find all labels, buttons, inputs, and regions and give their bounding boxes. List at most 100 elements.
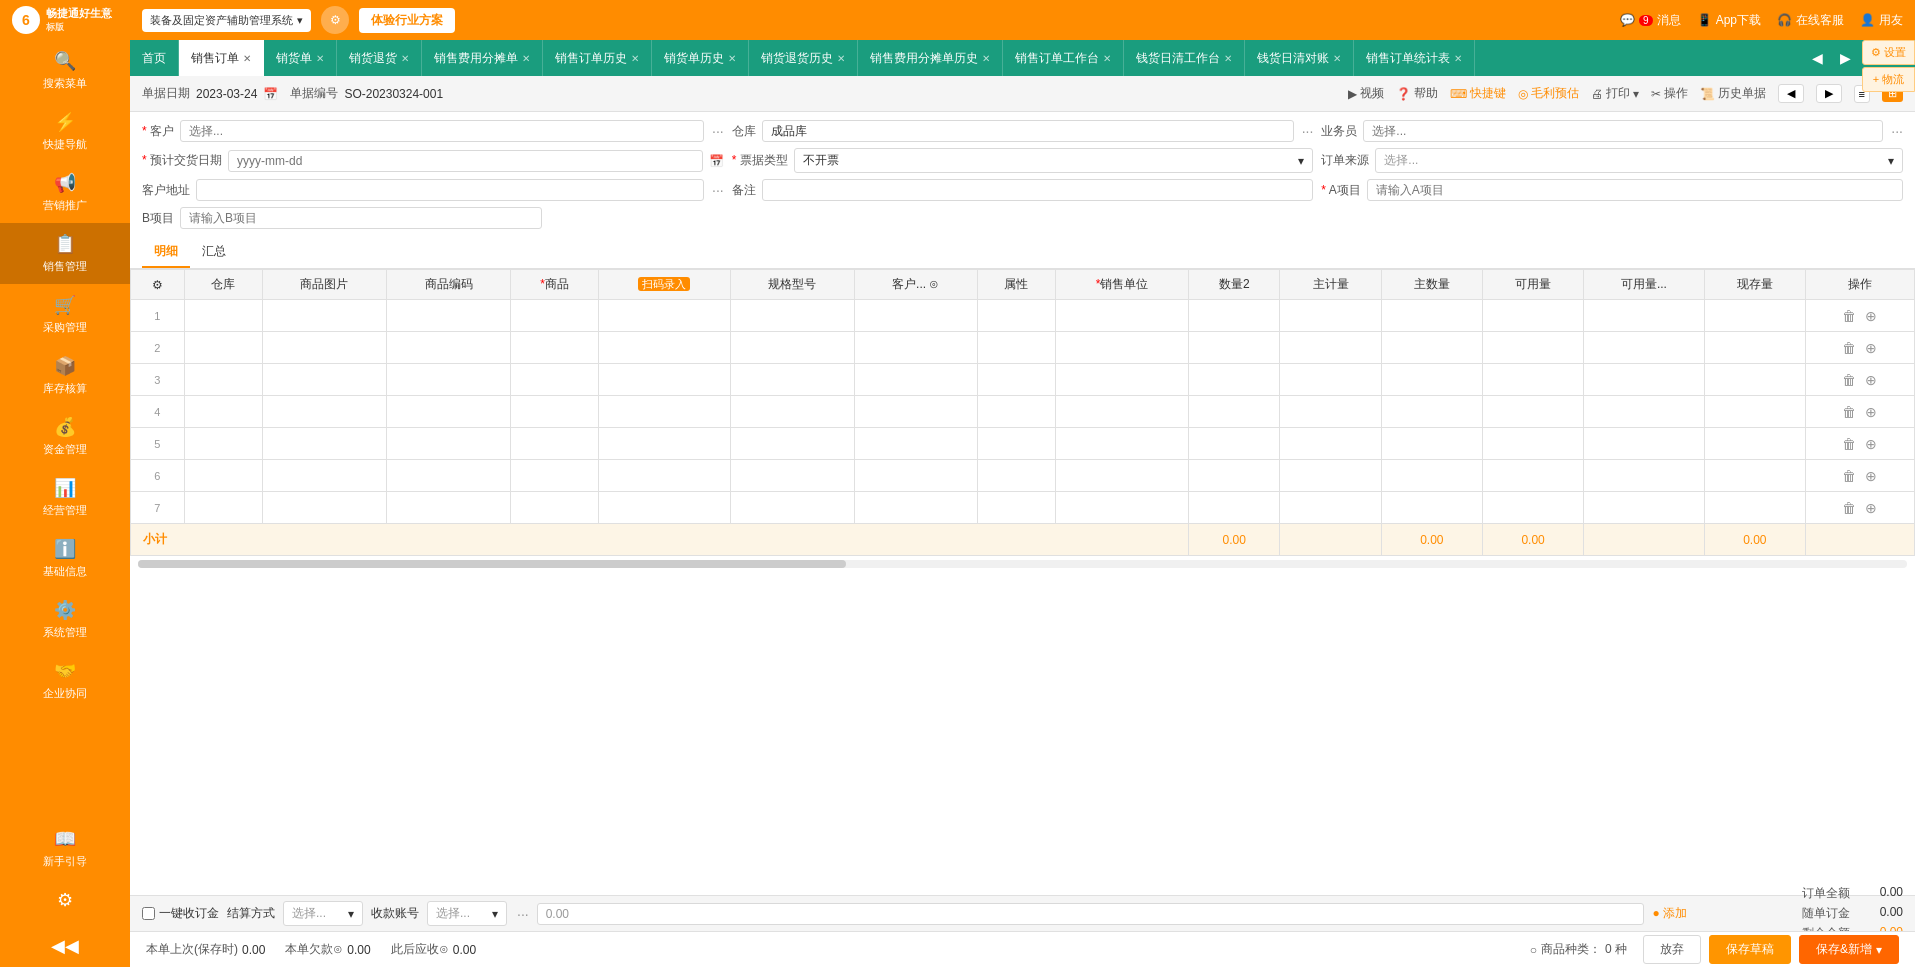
industry-button[interactable]: 体验行业方案 [359,8,455,33]
row-6-delete-icon[interactable]: 🗑 [1840,467,1858,485]
row-5-copy-icon[interactable]: ⊕ [1862,435,1880,453]
account-more-button[interactable]: ··· [517,906,529,922]
help-button[interactable]: ❓ 帮助 [1396,85,1438,102]
close-tab-order-history[interactable]: ✕ [631,53,639,64]
close-tab-reconciliation[interactable]: ✕ [1333,53,1341,64]
close-tab-return[interactable]: ✕ [401,53,409,64]
close-tab-stats[interactable]: ✕ [1454,53,1462,64]
sidebar-item-system[interactable]: ⚙️ 系统管理 [0,589,130,650]
print-button[interactable]: 🖨 打印 ▾ [1591,85,1639,102]
row-2-copy-icon[interactable]: ⊕ [1862,339,1880,357]
app-download-button[interactable]: 📱 App下载 [1697,12,1761,29]
system-selector[interactable]: 装备及固定资产辅助管理系统 ▾ [142,9,311,32]
view-video-button[interactable]: ▶ 视频 [1348,85,1384,102]
tab-sales-expense[interactable]: 销售费用分摊单 ✕ [422,40,543,76]
amount-input[interactable] [537,903,1645,925]
order-source-select[interactable]: 选择... ▾ [1375,148,1903,173]
add-payment-button[interactable]: ● 添加 [1652,905,1687,922]
history-button[interactable]: 📜 历史单据 [1700,85,1766,102]
col-scan[interactable]: 扫码录入 [598,270,730,300]
tab-sales-stats[interactable]: 销售订单统计表 ✕ [1354,40,1475,76]
next-record-button[interactable]: ▶ [1816,84,1842,103]
operation-button[interactable]: ✂ 操作 [1651,85,1688,102]
tab-expense-history[interactable]: 销售费用分摊单历史 ✕ [858,40,1003,76]
sidebar-item-inventory[interactable]: 📦 库存核算 [0,345,130,406]
settings-icon[interactable]: ⚙ [321,6,349,34]
customer-input[interactable] [180,120,704,142]
row-1-copy-icon[interactable]: ⊕ [1862,307,1880,325]
remark-input[interactable] [762,179,1314,201]
sidebar-item-guide[interactable]: 📖 新手引导 [0,818,130,879]
customer-more-button[interactable]: ··· [712,123,724,139]
row-7-delete-icon[interactable]: 🗑 [1840,499,1858,517]
sidebar-item-purchase[interactable]: 🛒 采购管理 [0,284,130,345]
warehouse-input[interactable] [762,120,1294,142]
sidebar-item-basic-info[interactable]: ℹ️ 基础信息 [0,528,130,589]
row-6-copy-icon[interactable]: ⊕ [1862,467,1880,485]
save-new-chevron-icon[interactable]: ▾ [1876,943,1882,957]
close-tab-workbench[interactable]: ✕ [1103,53,1111,64]
tab-sales-return[interactable]: 销货退货 ✕ [337,40,422,76]
discard-button[interactable]: 放弃 [1643,935,1701,964]
shortcut-button[interactable]: ⌨ 快捷键 [1450,85,1506,102]
print-dropdown-icon[interactable]: ▾ [1633,87,1639,101]
payment-method-select[interactable]: 选择... ▾ [283,901,363,926]
tab-reconciliation[interactable]: 钱货日清对账 ✕ [1245,40,1354,76]
calendar2-icon[interactable]: 📅 [709,154,724,168]
add-logistics-button[interactable]: + 物流 [1862,76,1915,92]
calendar-icon[interactable]: 📅 [263,87,278,101]
horizontal-scrollbar[interactable] [130,556,1915,572]
close-tab-return-history[interactable]: ✕ [837,53,845,64]
close-tab-expense-history[interactable]: ✕ [982,53,990,64]
close-tab-invoice-history[interactable]: ✕ [728,53,736,64]
row-3-copy-icon[interactable]: ⊕ [1862,371,1880,389]
prev-record-button[interactable]: ◀ [1778,84,1804,103]
row-4-delete-icon[interactable]: 🗑 [1840,403,1858,421]
delivery-date-input[interactable] [228,150,703,172]
tab-sales-invoice[interactable]: 销货单 ✕ [264,40,337,76]
sidebar-item-finance[interactable]: 💰 资金管理 [0,406,130,467]
invoice-type-select[interactable]: 不开票 ▾ [794,148,1314,173]
sidebar-collapse-button[interactable]: ◀◀ [0,925,130,967]
row-7-copy-icon[interactable]: ⊕ [1862,499,1880,517]
row-3-delete-icon[interactable]: 🗑 [1840,371,1858,389]
sidebar-item-sales[interactable]: 📋 销售管理 [0,223,130,284]
message-button[interactable]: 💬 9 💬 消息 [1620,12,1681,29]
save-new-button[interactable]: 保存&新增 ▾ [1799,935,1899,964]
tab-sales-order-history[interactable]: 销售订单历史 ✕ [543,40,652,76]
account-select[interactable]: 选择... ▾ [427,901,507,926]
tab-summary[interactable]: 汇总 [190,237,238,268]
sidebar-item-marketing[interactable]: 📢 营销推广 [0,162,130,223]
tab-sales-order[interactable]: 销售订单 ✕ [179,40,264,76]
profit-button[interactable]: ◎ 毛利预估 [1518,85,1579,102]
address-input[interactable] [196,179,704,201]
salesperson-more-button[interactable]: ··· [1891,123,1903,139]
tab-cash-daily[interactable]: 钱货日清工作台 ✕ [1124,40,1245,76]
col-settings[interactable]: ⚙ [131,270,185,300]
tab-invoice-history[interactable]: 销货单历史 ✕ [652,40,749,76]
user-avatar[interactable]: 👤 用友 [1860,12,1903,29]
address-more-button[interactable]: ··· [712,182,724,198]
tab-next-button[interactable]: ▶ [1831,40,1859,76]
close-tab-invoice[interactable]: ✕ [316,53,324,64]
save-draft-button[interactable]: 保存草稿 [1709,935,1791,964]
sidebar-item-operations[interactable]: 📊 经营管理 [0,467,130,528]
sidebar-item-cooperation[interactable]: 🤝 企业协同 [0,650,130,711]
close-tab-cash-daily[interactable]: ✕ [1224,53,1232,64]
one-click-checkbox[interactable]: 一键收订金 [142,905,219,922]
sidebar-item-search[interactable]: 🔍 搜索菜单 [0,40,130,101]
b-project-input[interactable] [180,207,542,229]
row-5-delete-icon[interactable]: 🗑 [1840,435,1858,453]
close-tab-sales-order[interactable]: ✕ [243,53,251,64]
sidebar-item-shortcuts[interactable]: ⚡ 快捷导航 [0,101,130,162]
row-2-delete-icon[interactable]: 🗑 [1840,339,1858,357]
online-service-button[interactable]: 🎧 在线客服 [1777,12,1844,29]
a-project-input[interactable] [1367,179,1903,201]
close-tab-expense[interactable]: ✕ [522,53,530,64]
row-4-copy-icon[interactable]: ⊕ [1862,403,1880,421]
tab-return-history[interactable]: 销货退货历史 ✕ [749,40,858,76]
row-1-delete-icon[interactable]: 🗑 [1840,307,1858,325]
tab-detail[interactable]: 明细 [142,237,190,268]
tab-home[interactable]: 首页 [130,40,179,76]
warehouse-more-button[interactable]: ··· [1302,123,1314,139]
